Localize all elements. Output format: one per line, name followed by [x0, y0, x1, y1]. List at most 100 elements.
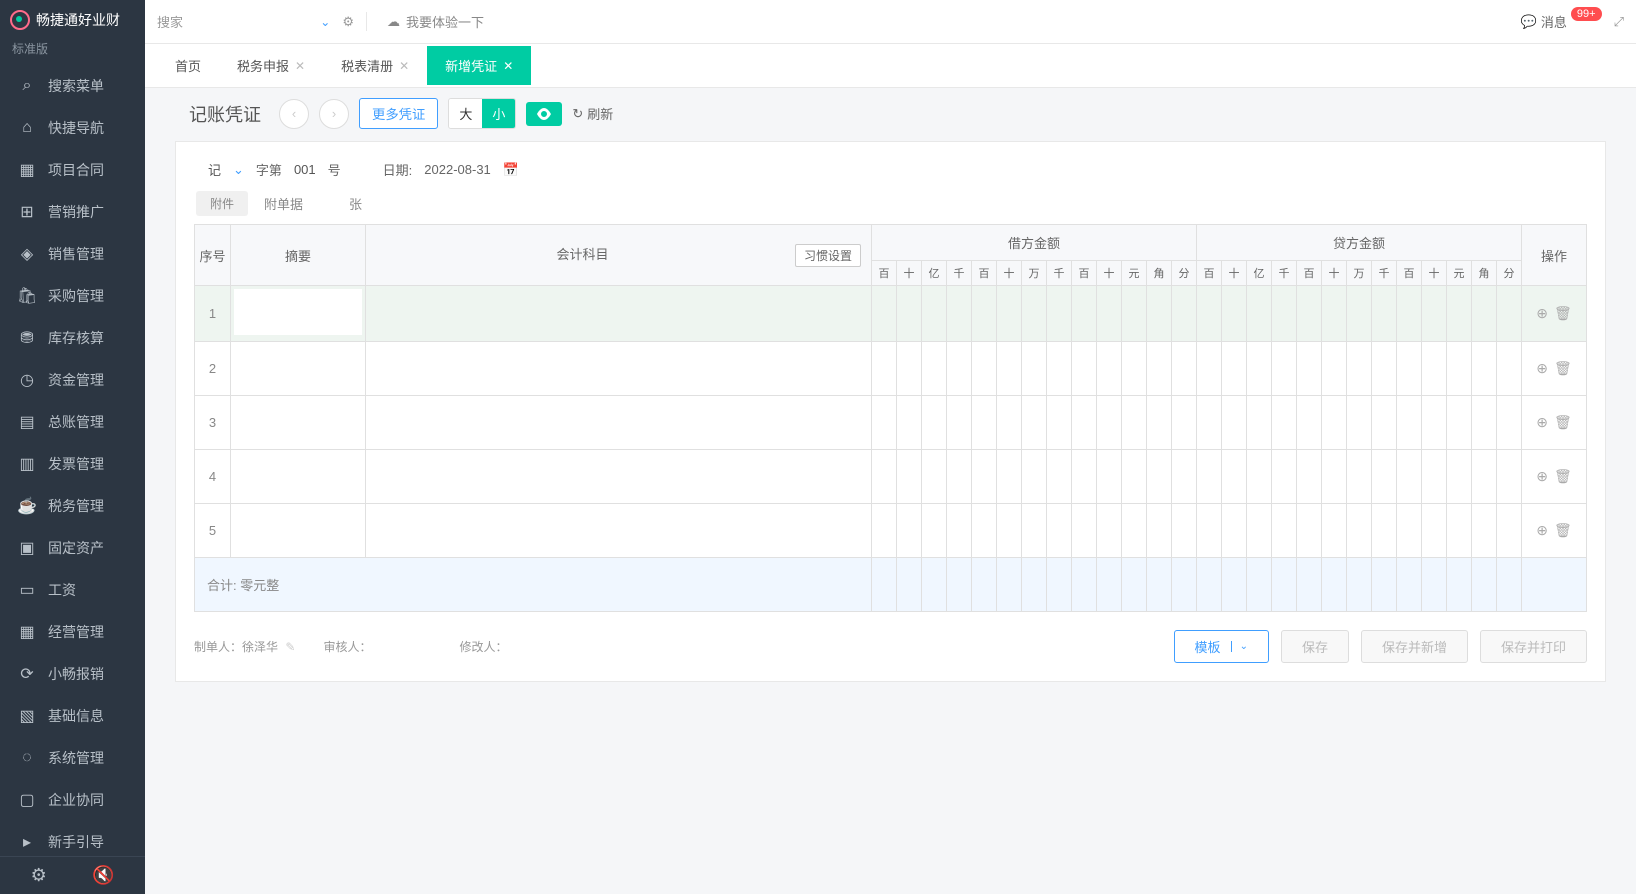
summary-cell[interactable] — [231, 286, 366, 342]
digit-cell[interactable] — [1397, 396, 1422, 450]
digit-cell[interactable] — [1347, 396, 1372, 450]
digit-cell[interactable] — [1297, 396, 1322, 450]
digit-cell[interactable] — [1322, 286, 1347, 342]
save-new-button[interactable]: 保存并新增 — [1361, 630, 1468, 663]
digit-cell[interactable] — [947, 450, 972, 504]
digit-cell[interactable] — [1072, 286, 1097, 342]
sidebar-item-6[interactable]: ⛃库存核算 — [0, 317, 145, 359]
digit-cell[interactable] — [1172, 504, 1197, 558]
edit-icon[interactable]: ✎ — [285, 640, 295, 654]
digit-cell[interactable] — [897, 450, 922, 504]
digit-cell[interactable] — [1122, 286, 1147, 342]
digit-cell[interactable] — [1172, 286, 1197, 342]
digit-cell[interactable] — [1272, 450, 1297, 504]
tab-3[interactable]: 新增凭证✕ — [427, 46, 531, 85]
digit-cell[interactable] — [1422, 450, 1447, 504]
search-slot[interactable]: 搜家 ⌄ ⚙ — [157, 12, 367, 31]
digit-cell[interactable] — [1047, 342, 1072, 396]
digit-cell[interactable] — [1422, 286, 1447, 342]
delete-row-icon[interactable]: 🗑 — [1554, 468, 1572, 484]
digit-cell[interactable] — [1147, 396, 1172, 450]
digit-cell[interactable] — [1497, 450, 1522, 504]
digit-cell[interactable] — [972, 450, 997, 504]
digit-cell[interactable] — [1497, 342, 1522, 396]
delete-row-icon[interactable]: 🗑 — [1554, 522, 1572, 538]
digit-cell[interactable] — [897, 342, 922, 396]
sidebar-item-7[interactable]: ◷资金管理 — [0, 359, 145, 401]
close-icon[interactable]: ✕ — [399, 59, 409, 73]
digit-cell[interactable] — [1072, 342, 1097, 396]
digit-cell[interactable] — [1447, 396, 1472, 450]
digit-cell[interactable] — [1022, 450, 1047, 504]
digit-cell[interactable] — [1272, 504, 1297, 558]
digit-cell[interactable] — [1122, 342, 1147, 396]
digit-cell[interactable] — [997, 450, 1022, 504]
digit-cell[interactable] — [947, 396, 972, 450]
digit-cell[interactable] — [1172, 450, 1197, 504]
digit-cell[interactable] — [972, 342, 997, 396]
digit-cell[interactable] — [1447, 504, 1472, 558]
digit-cell[interactable] — [1122, 450, 1147, 504]
attachment-chip[interactable]: 附件 — [196, 191, 248, 216]
digit-cell[interactable] — [1197, 504, 1222, 558]
preview-button[interactable] — [526, 102, 562, 126]
subject-cell[interactable] — [366, 396, 872, 450]
sidebar-item-4[interactable]: ◈销售管理 — [0, 233, 145, 275]
digit-cell[interactable] — [1072, 396, 1097, 450]
digit-cell[interactable] — [897, 286, 922, 342]
digit-cell[interactable] — [1422, 342, 1447, 396]
digit-cell[interactable] — [1122, 504, 1147, 558]
sidebar-item-1[interactable]: ⌂快捷导航 — [0, 107, 145, 149]
digit-cell[interactable] — [997, 286, 1022, 342]
digit-cell[interactable] — [1397, 504, 1422, 558]
digit-cell[interactable] — [872, 450, 897, 504]
digit-cell[interactable] — [947, 342, 972, 396]
next-button[interactable]: › — [319, 99, 349, 129]
tab-2[interactable]: 税表清册✕ — [323, 46, 427, 85]
digit-cell[interactable] — [1347, 286, 1372, 342]
digit-cell[interactable] — [922, 396, 947, 450]
sidebar-item-14[interactable]: ⟳小畅报销 — [0, 653, 145, 695]
digit-cell[interactable] — [1147, 504, 1172, 558]
digit-cell[interactable] — [1197, 396, 1222, 450]
more-vouchers-button[interactable]: 更多凭证 — [359, 98, 438, 129]
digit-cell[interactable] — [947, 504, 972, 558]
digit-cell[interactable] — [1322, 450, 1347, 504]
sound-icon[interactable]: 🔇 — [92, 865, 114, 886]
digit-cell[interactable] — [1097, 286, 1122, 342]
digit-cell[interactable] — [1372, 286, 1397, 342]
digit-cell[interactable] — [1022, 396, 1047, 450]
digit-cell[interactable] — [1097, 396, 1122, 450]
digit-cell[interactable] — [1497, 504, 1522, 558]
digit-cell[interactable] — [997, 396, 1022, 450]
digit-cell[interactable] — [1247, 342, 1272, 396]
digit-cell[interactable] — [1372, 450, 1397, 504]
delete-row-icon[interactable]: 🗑 — [1554, 305, 1572, 321]
sidebar-item-5[interactable]: 🛍采购管理 — [0, 275, 145, 317]
add-row-icon[interactable]: ⊕ — [1536, 360, 1548, 376]
digit-cell[interactable] — [1347, 342, 1372, 396]
sidebar-item-9[interactable]: ▥发票管理 — [0, 443, 145, 485]
digit-cell[interactable] — [1247, 396, 1272, 450]
add-row-icon[interactable]: ⊕ — [1536, 468, 1548, 484]
digit-cell[interactable] — [997, 342, 1022, 396]
digit-cell[interactable] — [922, 450, 947, 504]
sidebar-item-15[interactable]: ▧基础信息 — [0, 695, 145, 737]
habit-settings-button[interactable]: 习惯设置 — [795, 244, 861, 267]
digit-cell[interactable] — [1297, 286, 1322, 342]
digit-cell[interactable] — [1197, 286, 1222, 342]
digit-cell[interactable] — [1422, 396, 1447, 450]
digit-cell[interactable] — [1472, 286, 1497, 342]
digit-cell[interactable] — [1372, 504, 1397, 558]
voucher-number[interactable]: 001 — [294, 162, 316, 177]
digit-cell[interactable] — [1022, 504, 1047, 558]
sidebar-item-16[interactable]: ◌系统管理 — [0, 737, 145, 779]
sidebar-item-2[interactable]: ▦项目合同 — [0, 149, 145, 191]
subject-cell[interactable] — [366, 504, 872, 558]
digit-cell[interactable] — [1222, 396, 1247, 450]
voucher-type[interactable]: 记 — [208, 160, 221, 179]
subject-cell[interactable] — [366, 450, 872, 504]
digit-cell[interactable] — [1422, 504, 1447, 558]
digit-cell[interactable] — [1222, 450, 1247, 504]
digit-cell[interactable] — [1147, 450, 1172, 504]
